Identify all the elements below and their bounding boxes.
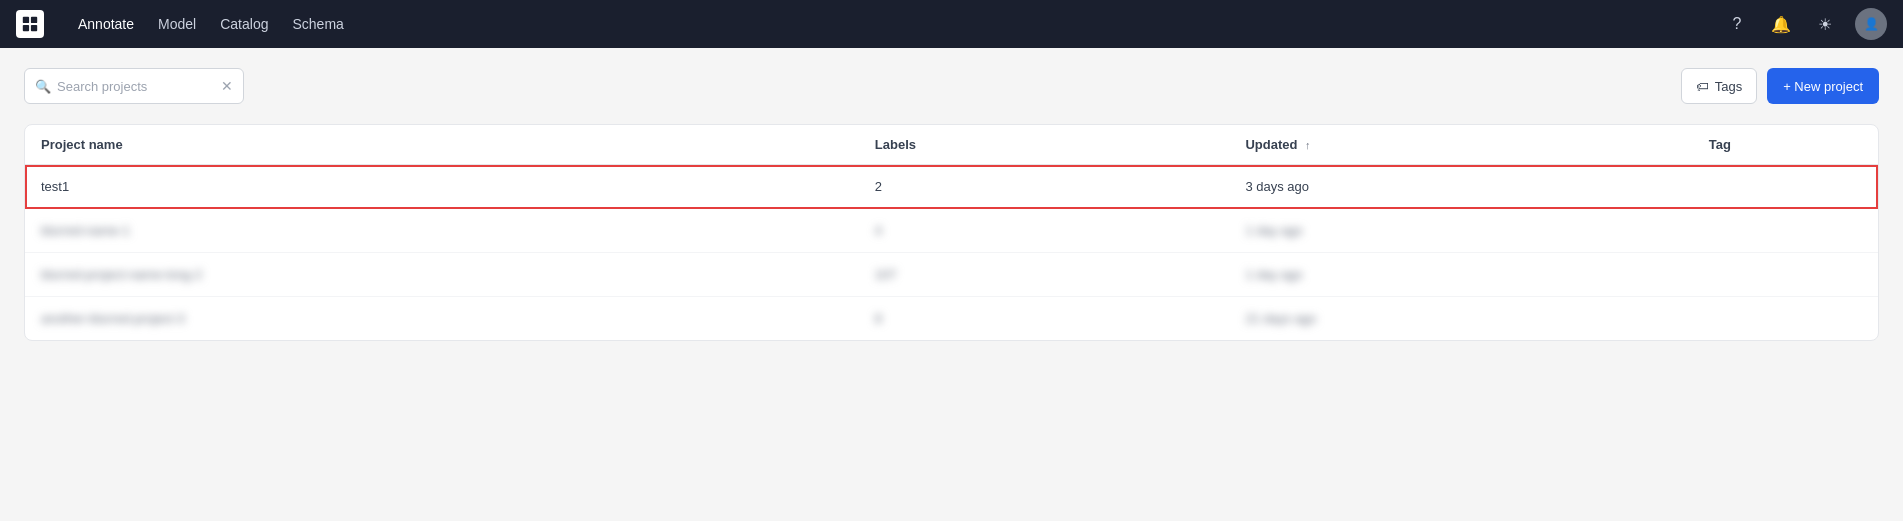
tags-label: Tags <box>1715 79 1742 94</box>
toolbar: 🔍 ✕ 🏷 Tags + New project <box>24 68 1879 104</box>
col-header-name: Project name <box>25 125 859 165</box>
new-project-button[interactable]: + New project <box>1767 68 1879 104</box>
project-name: another-blurred-project-3 <box>25 297 859 341</box>
table-row[interactable]: test1 2 3 days ago <box>25 165 1878 209</box>
nav-schema[interactable]: Schema <box>282 10 353 38</box>
project-labels: 8 <box>859 297 1230 341</box>
svg-rect-2 <box>23 25 29 31</box>
search-box[interactable]: 🔍 ✕ <box>24 68 244 104</box>
project-updated: 3 days ago <box>1229 165 1692 209</box>
nav-catalog[interactable]: Catalog <box>210 10 278 38</box>
theme-icon[interactable]: ☀ <box>1811 10 1839 38</box>
nav-model[interactable]: Model <box>148 10 206 38</box>
notifications-icon[interactable]: 🔔 <box>1767 10 1795 38</box>
project-updated: 1 day ago <box>1229 209 1692 253</box>
table-row[interactable]: blurred-project-name-long-2 107 1 day ag… <box>25 253 1878 297</box>
app-logo[interactable] <box>16 10 44 38</box>
toolbar-actions: 🏷 Tags + New project <box>1681 68 1879 104</box>
tags-button[interactable]: 🏷 Tags <box>1681 68 1757 104</box>
sort-icon: ↑ <box>1305 139 1311 151</box>
projects-table-container: Project name Labels Updated ↑ Tag <box>24 124 1879 341</box>
project-tag <box>1693 209 1878 253</box>
project-name: blurred-project-name-long-2 <box>25 253 859 297</box>
table-row[interactable]: another-blurred-project-3 8 21 days ago <box>25 297 1878 341</box>
col-header-labels: Labels <box>859 125 1230 165</box>
projects-table: Project name Labels Updated ↑ Tag <box>25 125 1878 340</box>
svg-rect-1 <box>31 17 37 23</box>
project-labels: 107 <box>859 253 1230 297</box>
avatar[interactable]: 👤 <box>1855 8 1887 40</box>
project-name: test1 <box>25 165 859 209</box>
project-name: blurred-name-1 <box>25 209 859 253</box>
project-labels: 4 <box>859 209 1230 253</box>
col-header-updated[interactable]: Updated ↑ <box>1229 125 1692 165</box>
search-input[interactable] <box>51 79 217 94</box>
table-header: Project name Labels Updated ↑ Tag <box>25 125 1878 165</box>
new-project-label: + New project <box>1783 79 1863 94</box>
navbar: Annotate Model Catalog Schema ? 🔔 ☀ 👤 <box>0 0 1903 48</box>
table-row[interactable]: blurred-name-1 4 1 day ago <box>25 209 1878 253</box>
nav-annotate[interactable]: Annotate <box>68 10 144 38</box>
svg-rect-3 <box>31 25 37 31</box>
main-content: 🔍 ✕ 🏷 Tags + New project Project name <box>0 48 1903 521</box>
help-icon[interactable]: ? <box>1723 10 1751 38</box>
col-header-tag: Tag <box>1693 125 1878 165</box>
project-updated: 21 days ago <box>1229 297 1692 341</box>
project-tag <box>1693 297 1878 341</box>
project-tag <box>1693 165 1878 209</box>
svg-rect-0 <box>23 17 29 23</box>
search-icon: 🔍 <box>35 79 51 94</box>
project-tag <box>1693 253 1878 297</box>
navbar-right: ? 🔔 ☀ 👤 <box>1723 8 1887 40</box>
table-body: test1 2 3 days ago blurred-name-1 4 1 da… <box>25 165 1878 341</box>
nav-menu: Annotate Model Catalog Schema <box>68 10 354 38</box>
project-labels: 2 <box>859 165 1230 209</box>
project-updated: 1 day ago <box>1229 253 1692 297</box>
tag-icon: 🏷 <box>1696 79 1709 94</box>
clear-search-button[interactable]: ✕ <box>221 78 233 94</box>
